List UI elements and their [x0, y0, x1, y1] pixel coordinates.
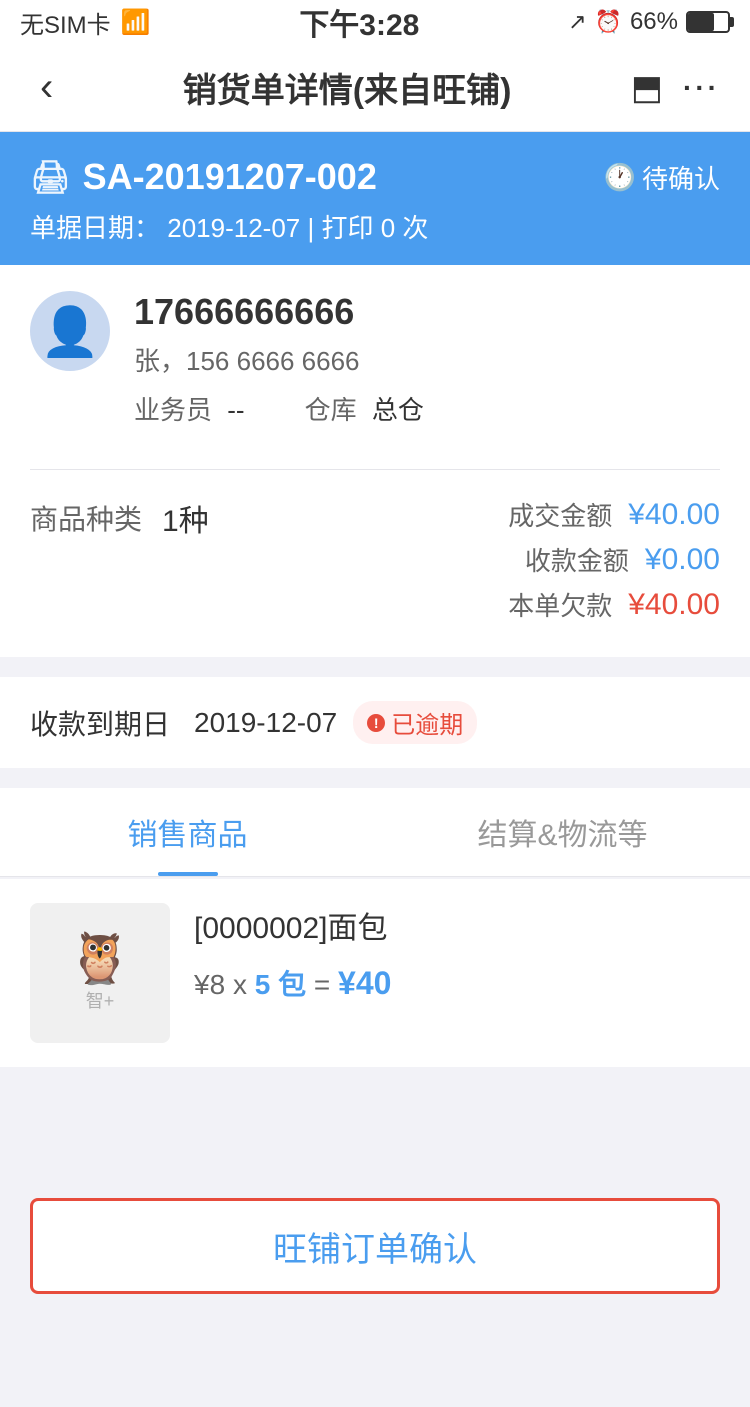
order-status: 🕐 待确认	[604, 159, 720, 196]
summary-left: 商品种类 1种	[30, 496, 209, 544]
due-date-label: 收款到期日	[30, 703, 170, 743]
salesman-value: --	[227, 395, 244, 425]
tab-settlement-label: 结算&物流等	[477, 810, 647, 854]
deal-amount-label: 成交金额	[508, 496, 612, 533]
page-title: 销货单详情(来自旺铺)	[183, 63, 512, 112]
order-icon: 🖨	[30, 158, 71, 196]
salesman-label: 业务员	[134, 395, 212, 425]
price-equals: =	[314, 969, 338, 1000]
order-id: 🖨 SA-20191207-002	[30, 156, 377, 198]
price-multiply: x	[233, 969, 255, 1000]
tab-settlement[interactable]: 结算&物流等	[375, 788, 750, 876]
alarm-icon: ⏰	[595, 9, 622, 35]
battery-icon	[686, 11, 730, 33]
overdue-dot: !	[367, 714, 385, 732]
customer-info: 17666666666 张，156 6666 6666 业务员 -- 仓库 总仓	[134, 291, 720, 427]
tab-products[interactable]: 销售商品	[0, 788, 375, 876]
share-button[interactable]: ⬒	[631, 68, 663, 108]
debt-amount-value: ¥40.00	[628, 588, 720, 622]
product-name-text: 面包	[327, 912, 387, 945]
customer-name: 张，156 6666 6666	[134, 341, 720, 378]
more-button[interactable]: ···	[683, 72, 720, 104]
tab-products-indicator	[158, 872, 218, 876]
order-date-row: 单据日期： 2019-12-07 | 打印 0 次	[30, 208, 720, 245]
confirm-btn-container: 旺铺订单确认	[0, 1198, 750, 1294]
order-date: 2019-12-07	[167, 213, 300, 243]
customer-section: 👤 17666666666 张，156 6666 6666 业务员 -- 仓库 …	[0, 265, 750, 453]
status-bar: 无SIM卡 📶 下午3:28 ↗ ⏰ 66%	[0, 0, 750, 44]
nav-bar: ‹ 销货单详情(来自旺铺) ⬒ ···	[0, 44, 750, 132]
status-right: ↗ ⏰ 66%	[568, 8, 730, 36]
print-count: 0	[381, 213, 395, 243]
price-total: ¥40	[338, 965, 391, 1001]
customer-card: 👤 17666666666 张，156 6666 6666 业务员 -- 仓库 …	[0, 265, 750, 657]
product-logo-area: 🦉 智+	[69, 933, 131, 1013]
receipt-amount-label: 收款金额	[525, 541, 629, 578]
product-image: 🦉 智+	[30, 903, 170, 1043]
product-code: [0000002]	[194, 912, 327, 945]
wifi-icon: 📶	[121, 8, 151, 37]
time-label: 下午3:28	[299, 0, 419, 44]
back-button[interactable]: ‹	[30, 55, 63, 120]
customer-meta: 业务员 -- 仓库 总仓	[134, 390, 720, 427]
order-id-row: 🖨 SA-20191207-002 🕐 待确认	[30, 156, 720, 198]
customer-phone: 17666666666	[134, 291, 720, 333]
warehouse-label: 仓库	[305, 395, 357, 425]
product-type-value: 1种	[162, 496, 209, 540]
product-info: [0000002]面包 ¥8 x 5 包 = ¥40	[194, 903, 720, 1003]
status-left: 无SIM卡 📶	[20, 5, 151, 40]
product-logo-text: 智+	[69, 987, 131, 1013]
due-date-value: 2019-12-07	[194, 707, 337, 739]
receipt-amount-value: ¥0.00	[645, 543, 720, 577]
clock-icon: 🕐	[604, 162, 636, 193]
battery-percent: 66%	[630, 8, 678, 36]
confirm-order-button[interactable]: 旺铺订单确认	[30, 1198, 720, 1294]
summary-right: 成交金额 ¥40.00 收款金额 ¥0.00 本单欠款 ¥40.00	[508, 496, 720, 631]
avatar: 👤	[30, 291, 110, 371]
print-unit: 次	[402, 213, 428, 243]
overdue-badge: ! 已逾期	[353, 701, 477, 744]
print-label: | 打印	[307, 213, 380, 243]
summary-section: 商品种类 1种 成交金额 ¥40.00 收款金额 ¥0.00 本单欠款 ¥40.…	[0, 470, 750, 657]
deal-amount-value: ¥40.00	[628, 498, 720, 532]
product-logo-owl: 🦉	[69, 933, 131, 983]
tabs-container: 销售商品 结算&物流等	[0, 788, 750, 877]
product-name: [0000002]面包	[194, 903, 720, 947]
nav-actions: ⬒ ···	[631, 68, 720, 108]
location-icon: ↗	[568, 9, 586, 35]
tab-products-label: 销售商品	[128, 810, 248, 854]
product-section: 🦉 智+ [0000002]面包 ¥8 x 5 包 = ¥40	[0, 879, 750, 1067]
price-value: ¥8	[194, 969, 225, 1000]
warehouse-value: 总仓	[372, 395, 424, 425]
product-type-row: 商品种类 1种	[30, 496, 209, 540]
order-status-text: 待确认	[642, 159, 720, 196]
due-date-section: 收款到期日 2019-12-07 ! 已逾期	[0, 677, 750, 768]
product-price: ¥8 x 5 包 = ¥40	[194, 963, 720, 1003]
debt-amount-label: 本单欠款	[508, 586, 612, 623]
price-qty: 5	[255, 969, 271, 1000]
order-id-text: SA-20191207-002	[83, 156, 377, 198]
product-item: 🦉 智+ [0000002]面包 ¥8 x 5 包 = ¥40	[30, 903, 720, 1043]
salesman-item: 业务员 --	[134, 390, 245, 427]
product-type-label: 商品种类	[30, 498, 142, 538]
date-label: 单据日期：	[30, 213, 160, 243]
overdue-label: 已逾期	[391, 705, 463, 740]
warehouse-item: 仓库 总仓	[305, 390, 424, 427]
order-header: 🖨 SA-20191207-002 🕐 待确认 单据日期： 2019-12-07…	[0, 132, 750, 265]
avatar-icon: 👤	[40, 303, 100, 360]
carrier-label: 无SIM卡	[20, 5, 111, 40]
price-unit: 包	[278, 969, 306, 1000]
deal-amount-row: 成交金额 ¥40.00	[508, 496, 720, 533]
receipt-amount-row: 收款金额 ¥0.00	[508, 541, 720, 578]
debt-amount-row: 本单欠款 ¥40.00	[508, 586, 720, 623]
